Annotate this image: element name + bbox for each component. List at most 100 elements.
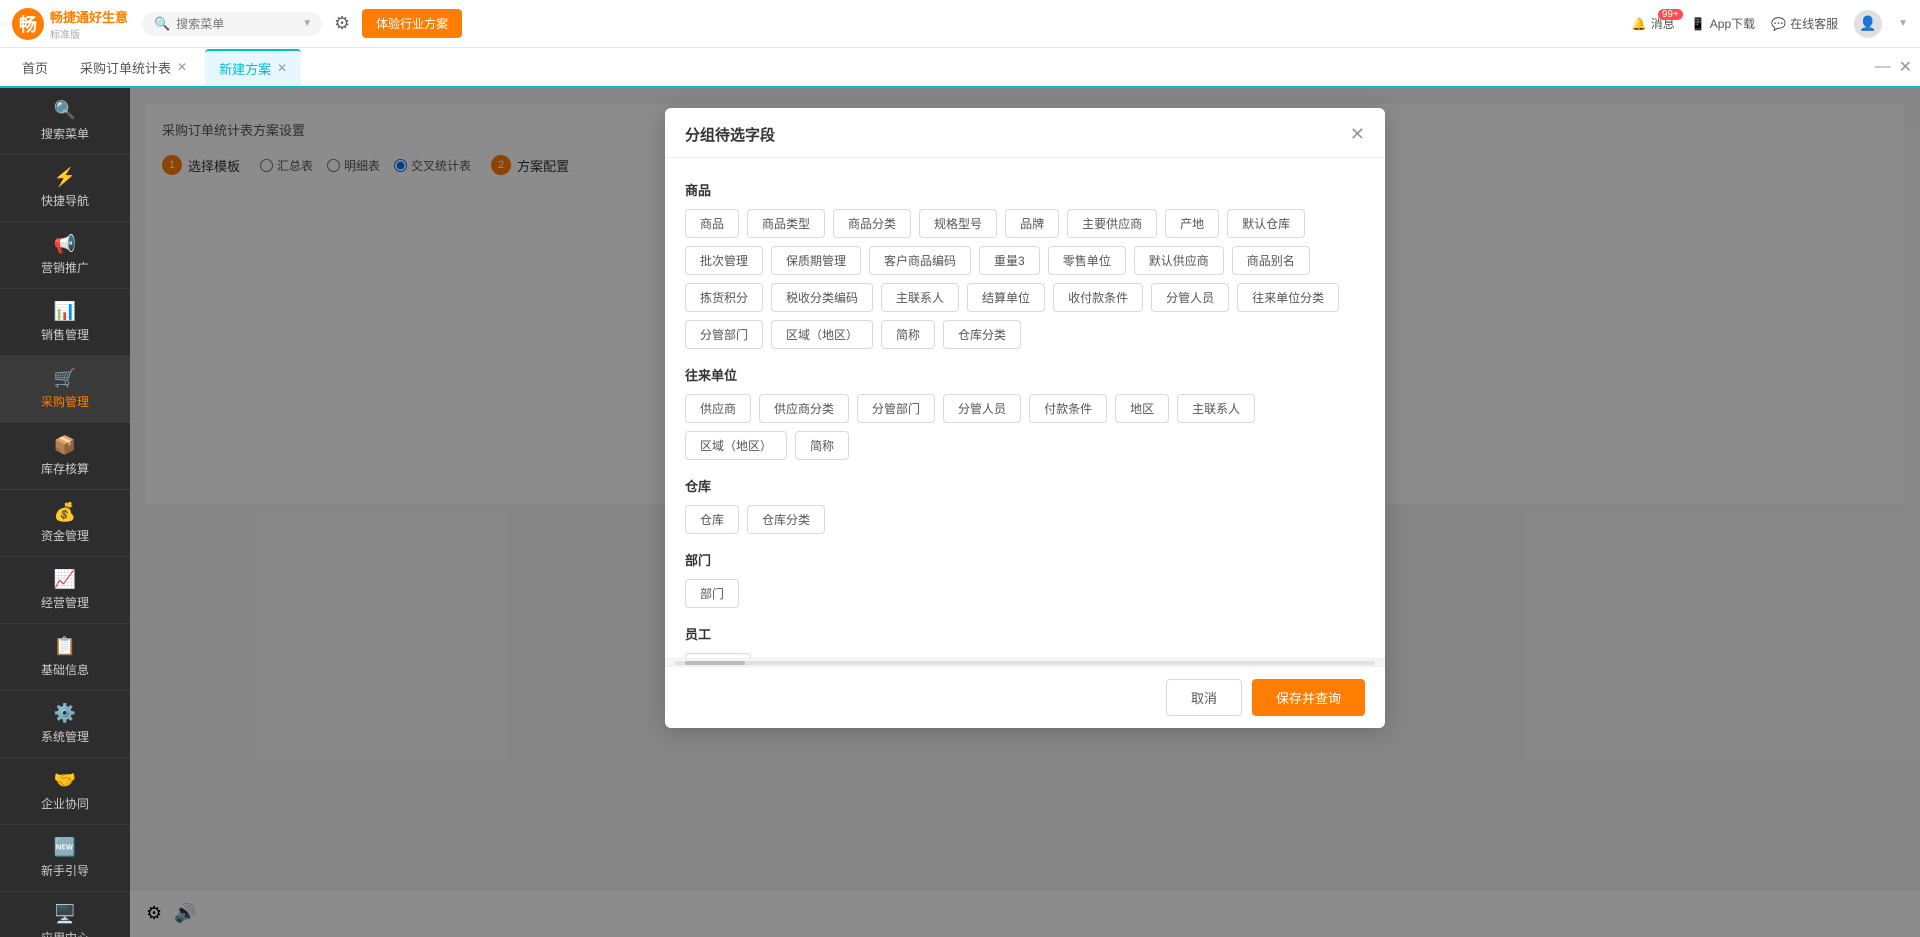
logo-text: 畅捷通好生意 <box>50 7 128 26</box>
field-tag-payment-cond[interactable]: 付款条件 <box>1029 394 1107 423</box>
sidebar-item-purchase[interactable]: 🛒 采购管理 <box>0 356 130 423</box>
online-service-item[interactable]: 💬 在线客服 <box>1771 15 1838 32</box>
notification-item[interactable]: 🔔 99+ 消息 <box>1632 15 1675 32</box>
sidebar-item-newbie[interactable]: 🆕 新手引导 <box>0 825 130 892</box>
sidebar-item-collab-label: 企业协同 <box>41 795 89 812</box>
sidebar-item-quicknav-label: 快捷导航 <box>41 192 89 209</box>
field-tag-spec-model[interactable]: 规格型号 <box>919 209 997 238</box>
field-tag-customer-code[interactable]: 客户商品编码 <box>869 246 971 275</box>
search-icon: 🔍 <box>154 16 170 32</box>
field-tag-short-name-goods[interactable]: 简称 <box>881 320 935 349</box>
section-title-staff: 员工 <box>685 624 1365 643</box>
sidebar-item-system[interactable]: ⚙️ 系统管理 <box>0 691 130 758</box>
settings-icon-btn[interactable]: ⚙ <box>330 9 354 38</box>
trial-btn[interactable]: 体验行业方案 <box>362 9 462 38</box>
tab-minimize-icon[interactable]: — <box>1875 58 1891 76</box>
tab-new-scheme[interactable]: 新建方案 ✕ <box>205 49 301 86</box>
field-tag-default-supplier[interactable]: 默认供应商 <box>1134 246 1224 275</box>
field-tag-counterpart-category[interactable]: 往来单位分类 <box>1237 283 1339 312</box>
sidebar-item-basic[interactable]: 📋 基础信息 <box>0 624 130 691</box>
field-tag-default-warehouse[interactable]: 默认仓库 <box>1227 209 1305 238</box>
header-right: 🔔 99+ 消息 📱 App下载 💬 在线客服 👤 ▼ <box>1632 10 1908 38</box>
newbie-icon: 🆕 <box>54 837 76 858</box>
sidebar-item-finance[interactable]: 💰 资金管理 <box>0 490 130 557</box>
field-tag-goods-alias[interactable]: 商品别名 <box>1232 246 1310 275</box>
section-title-goods: 商品 <box>685 180 1365 199</box>
modal-header: 分组待选字段 ✕ <box>665 108 1385 158</box>
field-tag-dept[interactable]: 部门 <box>685 579 739 608</box>
field-tag-main-supplier[interactable]: 主要供应商 <box>1067 209 1157 238</box>
tab-purchase-stats-close[interactable]: ✕ <box>177 60 187 74</box>
tab-purchase-stats-label: 采购订单统计表 <box>80 58 171 77</box>
field-tag-region-goods[interactable]: 区域（地区） <box>771 320 873 349</box>
sidebar-item-operations[interactable]: 📈 经营管理 <box>0 557 130 624</box>
sidebar-item-appcenter[interactable]: 🖥️ 应用中心 <box>0 892 130 937</box>
confirm-button[interactable]: 保存并查询 <box>1252 679 1365 716</box>
chevron-down-icon: ▼ <box>302 18 312 29</box>
sidebar-item-newbie-label: 新手引导 <box>41 862 89 879</box>
field-tag-retail-unit[interactable]: 零售单位 <box>1048 246 1126 275</box>
field-tag-pick-points[interactable]: 拣货积分 <box>685 283 763 312</box>
sidebar: 🔍 搜索菜单 ⚡ 快捷导航 📢 营销推广 📊 销售管理 🛒 采购管理 📦 库存核… <box>0 88 130 937</box>
field-tag-goods-type[interactable]: 商品类型 <box>747 209 825 238</box>
sidebar-item-operations-label: 经营管理 <box>41 594 89 611</box>
field-tag-area[interactable]: 地区 <box>1115 394 1169 423</box>
sidebar-item-basic-label: 基础信息 <box>41 661 89 678</box>
avatar[interactable]: 👤 <box>1854 10 1882 38</box>
field-tag-short-name-cp[interactable]: 简称 <box>795 431 849 460</box>
sidebar-item-sales[interactable]: 📊 销售管理 <box>0 289 130 356</box>
modal-hscroll-track <box>675 661 1375 665</box>
search-input[interactable] <box>176 17 296 31</box>
modal-close-button[interactable]: ✕ <box>1350 124 1365 145</box>
sidebar-item-search[interactable]: 🔍 搜索菜单 <box>0 88 130 155</box>
field-tag-weight3[interactable]: 重量3 <box>979 246 1040 275</box>
sidebar-item-collab[interactable]: 🤝 企业协同 <box>0 758 130 825</box>
field-tag-batch-mgmt[interactable]: 批次管理 <box>685 246 763 275</box>
field-tag-responsible-person[interactable]: 分管人员 <box>1151 283 1229 312</box>
sidebar-item-purchase-label: 采购管理 <box>41 393 89 410</box>
sidebar-item-inventory-label: 库存核算 <box>41 460 89 477</box>
field-tag-warehouse[interactable]: 仓库 <box>685 505 739 534</box>
purchase-icon: 🛒 <box>54 368 76 389</box>
field-tag-responsible-dept[interactable]: 分管部门 <box>685 320 763 349</box>
basic-icon: 📋 <box>54 636 76 657</box>
field-tag-main-contact[interactable]: 主联系人 <box>881 283 959 312</box>
appcenter-icon: 🖥️ <box>54 904 76 925</box>
field-tag-shelf-life[interactable]: 保质期管理 <box>771 246 861 275</box>
field-tag-person-mgmt[interactable]: 分管人员 <box>943 394 1021 423</box>
tab-close-all-icon[interactable]: ✕ <box>1899 57 1912 77</box>
field-tag-supplier-cat[interactable]: 供应商分类 <box>759 394 849 423</box>
field-tag-goods-category[interactable]: 商品分类 <box>833 209 911 238</box>
field-tag-brand[interactable]: 品牌 <box>1005 209 1059 238</box>
app-download-item[interactable]: 📱 App下载 <box>1691 15 1755 32</box>
sidebar-item-finance-label: 资金管理 <box>41 527 89 544</box>
field-tag-payment-terms[interactable]: 收付款条件 <box>1053 283 1143 312</box>
logo-icon: 畅 <box>12 8 44 40</box>
sidebar-item-marketing[interactable]: 📢 营销推广 <box>0 222 130 289</box>
field-tag-dept-mgmt[interactable]: 分管部门 <box>857 394 935 423</box>
field-tag-settlement-unit[interactable]: 结算单位 <box>967 283 1045 312</box>
field-tag-goods[interactable]: 商品 <box>685 209 739 238</box>
sidebar-item-sales-label: 销售管理 <box>41 326 89 343</box>
field-tag-tax-code[interactable]: 税收分类编码 <box>771 283 873 312</box>
sidebar-item-quicknav[interactable]: ⚡ 快捷导航 <box>0 155 130 222</box>
search-area[interactable]: 🔍 ▼ <box>142 12 322 36</box>
system-icon: ⚙️ <box>54 703 76 724</box>
field-tag-origin[interactable]: 产地 <box>1165 209 1219 238</box>
field-tag-warehouse-category[interactable]: 仓库分类 <box>747 505 825 534</box>
sidebar-item-inventory[interactable]: 📦 库存核算 <box>0 423 130 490</box>
field-tag-region-counterpart[interactable]: 区域（地区） <box>685 431 787 460</box>
online-service-label: 在线客服 <box>1790 15 1838 32</box>
modal-overlay: 分组待选字段 ✕ 商品 商品 商品类型 商品分类 规格型号 品牌 主要供应商 产… <box>130 88 1920 937</box>
download-icon: 📱 <box>1691 17 1706 31</box>
field-tag-main-contact2[interactable]: 主联系人 <box>1177 394 1255 423</box>
field-grid-goods: 商品 商品类型 商品分类 规格型号 品牌 主要供应商 产地 默认仓库 批次管理 … <box>685 209 1365 349</box>
tab-purchase-stats[interactable]: 采购订单统计表 ✕ <box>66 50 201 85</box>
field-tag-supplier[interactable]: 供应商 <box>685 394 751 423</box>
cancel-button[interactable]: 取消 <box>1166 679 1242 716</box>
tab-home[interactable]: 首页 <box>8 50 62 85</box>
field-tag-warehouse-cat[interactable]: 仓库分类 <box>943 320 1021 349</box>
logo-area: 畅 畅捷通好生意 标准版 <box>12 7 142 41</box>
chevron-down-icon2: ▼ <box>1898 18 1908 29</box>
tab-new-scheme-close[interactable]: ✕ <box>277 61 287 75</box>
